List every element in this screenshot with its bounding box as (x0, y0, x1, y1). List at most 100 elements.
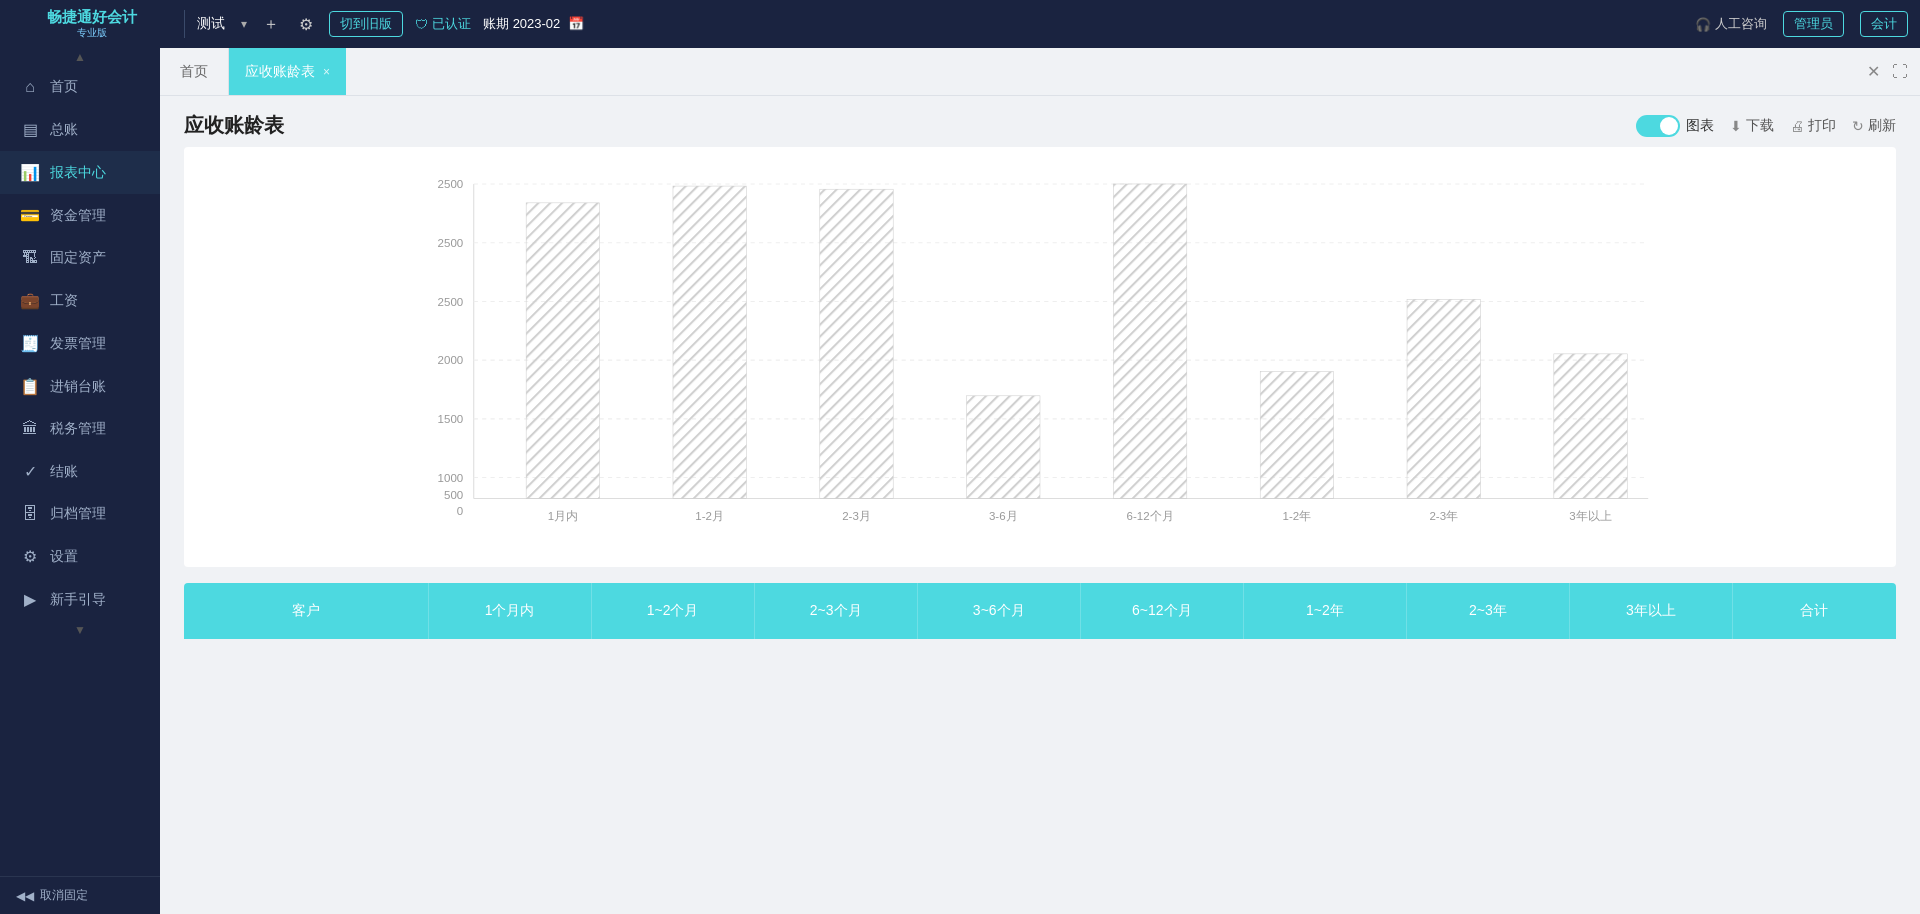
shield-icon: 🛡 (415, 17, 428, 32)
consult-button[interactable]: 🎧 人工咨询 (1695, 15, 1767, 33)
tab-aging-report[interactable]: 应收账龄表 × (229, 48, 346, 95)
svg-text:2500: 2500 (438, 178, 464, 190)
topbar-divider (184, 10, 185, 38)
svg-text:2000: 2000 (438, 354, 464, 366)
closing-icon: ✓ (20, 462, 40, 481)
chart-area: 2500 2500 2500 2000 1500 1000 500 0 (184, 147, 1896, 567)
sidebar-item-sales-ledger[interactable]: 📋 进销台账 (0, 365, 160, 408)
calendar-icon[interactable]: 📅 (568, 16, 584, 31)
sidebar-item-home[interactable]: ⌂ 首页 (0, 66, 160, 108)
table-col-2-3month: 2~3个月 (755, 583, 918, 639)
sidebar-label-invoice: 发票管理 (50, 335, 106, 353)
headset-icon: 🎧 (1695, 17, 1711, 32)
sidebar-item-general-ledger[interactable]: ▤ 总账 (0, 108, 160, 151)
svg-text:500: 500 (444, 489, 463, 501)
svg-text:1500: 1500 (438, 413, 464, 425)
tax-icon: 🏛 (20, 420, 40, 438)
home-icon: ⌂ (20, 78, 40, 96)
admin-button[interactable]: 管理员 (1783, 11, 1844, 37)
logo-area: 畅捷通好会计 专业版 (12, 8, 172, 40)
sidebar-label-general-ledger: 总账 (50, 121, 78, 139)
table-col-2-3year: 2~3年 (1407, 583, 1570, 639)
svg-rect-17 (673, 186, 746, 498)
sidebar-label-payroll: 工资 (50, 292, 78, 310)
settings-nav-icon: ⚙ (20, 547, 40, 566)
report-actions: 图表 ⬇ 下载 🖨 打印 ↻ 刷新 (1636, 115, 1896, 137)
tab-bar: 首页 应收账龄表 × ✕ ⛶ (160, 48, 1920, 96)
sidebar-label-closing: 结账 (50, 463, 78, 481)
download-icon: ⬇ (1730, 118, 1742, 134)
svg-rect-23 (1554, 354, 1627, 499)
ledger-icon: ▤ (20, 120, 40, 139)
sidebar-item-tax[interactable]: 🏛 税务管理 (0, 408, 160, 450)
table-col-1-2year: 1~2年 (1244, 583, 1407, 639)
sidebar-label-home: 首页 (50, 78, 78, 96)
table-col-1month: 1个月内 (429, 583, 592, 639)
svg-text:6-12个月: 6-12个月 (1127, 510, 1174, 522)
sidebar-item-report-center[interactable]: 📊 报表中心 (0, 151, 160, 194)
sidebar-item-payroll[interactable]: 💼 工资 (0, 279, 160, 322)
svg-text:1月内: 1月内 (548, 510, 578, 522)
svg-rect-20 (1113, 184, 1186, 499)
svg-text:2500: 2500 (438, 237, 464, 249)
svg-rect-18 (820, 189, 893, 498)
add-button[interactable]: ＋ (259, 10, 283, 39)
print-button[interactable]: 🖨 打印 (1790, 117, 1836, 135)
refresh-button[interactable]: ↻ 刷新 (1852, 117, 1896, 135)
sidebar-label-report-center: 报表中心 (50, 164, 106, 182)
invoice-icon: 🧾 (20, 334, 40, 353)
table-col-6-12month: 6~12个月 (1081, 583, 1244, 639)
sidebar-label-fixed-assets: 固定资产 (50, 249, 106, 267)
archive-icon: 🗄 (20, 505, 40, 523)
sidebar-item-guide[interactable]: ▶ 新手引导 (0, 578, 160, 621)
logo-sub: 专业版 (77, 26, 107, 40)
cancel-fixed-button[interactable]: ◀◀ 取消固定 (0, 877, 160, 914)
svg-text:0: 0 (457, 505, 463, 517)
svg-text:2-3年: 2-3年 (1429, 510, 1458, 522)
tab-close-icon[interactable]: × (323, 65, 330, 79)
table-col-total: 合计 (1733, 583, 1896, 639)
sidebar: ▲ ⌂ 首页 ▤ 总账 📊 报表中心 💳 资金管理 🏗 固定资产 💼 工资 🧾 … (0, 48, 160, 914)
chart-toggle-switch[interactable] (1636, 115, 1680, 137)
company-dropdown-icon[interactable]: ▾ (241, 17, 247, 31)
sidebar-bottom: ◀◀ 取消固定 (0, 876, 160, 914)
period-info: 账期 2023-02 📅 (483, 15, 584, 33)
report-title: 应收账龄表 (184, 112, 284, 139)
report-header: 应收账龄表 图表 ⬇ 下载 🖨 打印 ↻ (160, 96, 1920, 147)
assets-icon: 🏗 (20, 249, 40, 267)
tab-bar-right: ✕ ⛶ (1863, 58, 1920, 85)
tab-home[interactable]: 首页 (160, 48, 229, 95)
sidebar-label-settings: 设置 (50, 548, 78, 566)
download-button[interactable]: ⬇ 下载 (1730, 117, 1774, 135)
close-window-button[interactable]: ✕ (1863, 58, 1884, 85)
sales-icon: 📋 (20, 377, 40, 396)
accountant-button[interactable]: 会计 (1860, 11, 1908, 37)
chart-toggle-area: 图表 (1636, 115, 1714, 137)
sidebar-item-fixed-assets[interactable]: 🏗 固定资产 (0, 237, 160, 279)
sidebar-item-fund-management[interactable]: 💳 资金管理 (0, 194, 160, 237)
certified-label: 已认证 (432, 15, 471, 33)
table-col-3-6month: 3~6个月 (918, 583, 1081, 639)
sidebar-item-archive[interactable]: 🗄 归档管理 (0, 493, 160, 535)
settings-icon-button[interactable]: ⚙ (295, 11, 317, 38)
sidebar-scroll-down[interactable]: ▼ (0, 621, 160, 639)
sidebar-item-closing[interactable]: ✓ 结账 (0, 450, 160, 493)
svg-text:1-2年: 1-2年 (1283, 510, 1312, 522)
expand-window-button[interactable]: ⛶ (1888, 59, 1912, 85)
table-header: 客户 1个月内 1~2个月 2~3个月 3~6个月 6~12个月 1~2年 2~… (184, 583, 1896, 639)
sidebar-item-invoice[interactable]: 🧾 发票管理 (0, 322, 160, 365)
sidebar-item-settings[interactable]: ⚙ 设置 (0, 535, 160, 578)
table-col-1-2month: 1~2个月 (592, 583, 755, 639)
svg-text:3-6月: 3-6月 (989, 510, 1018, 522)
tab-active-label: 应收账龄表 (245, 63, 315, 81)
fund-icon: 💳 (20, 206, 40, 225)
sidebar-label-fund-management: 资金管理 (50, 207, 106, 225)
svg-text:1-2月: 1-2月 (695, 510, 724, 522)
guide-icon: ▶ (20, 590, 40, 609)
svg-text:2500: 2500 (438, 296, 464, 308)
sidebar-scroll-up[interactable]: ▲ (0, 48, 160, 66)
switch-old-version-button[interactable]: 切到旧版 (329, 11, 403, 37)
main-layout: ▲ ⌂ 首页 ▤ 总账 📊 报表中心 💳 资金管理 🏗 固定资产 💼 工资 🧾 … (0, 48, 1920, 914)
refresh-icon: ↻ (1852, 118, 1864, 134)
table-col-3plus-year: 3年以上 (1570, 583, 1733, 639)
